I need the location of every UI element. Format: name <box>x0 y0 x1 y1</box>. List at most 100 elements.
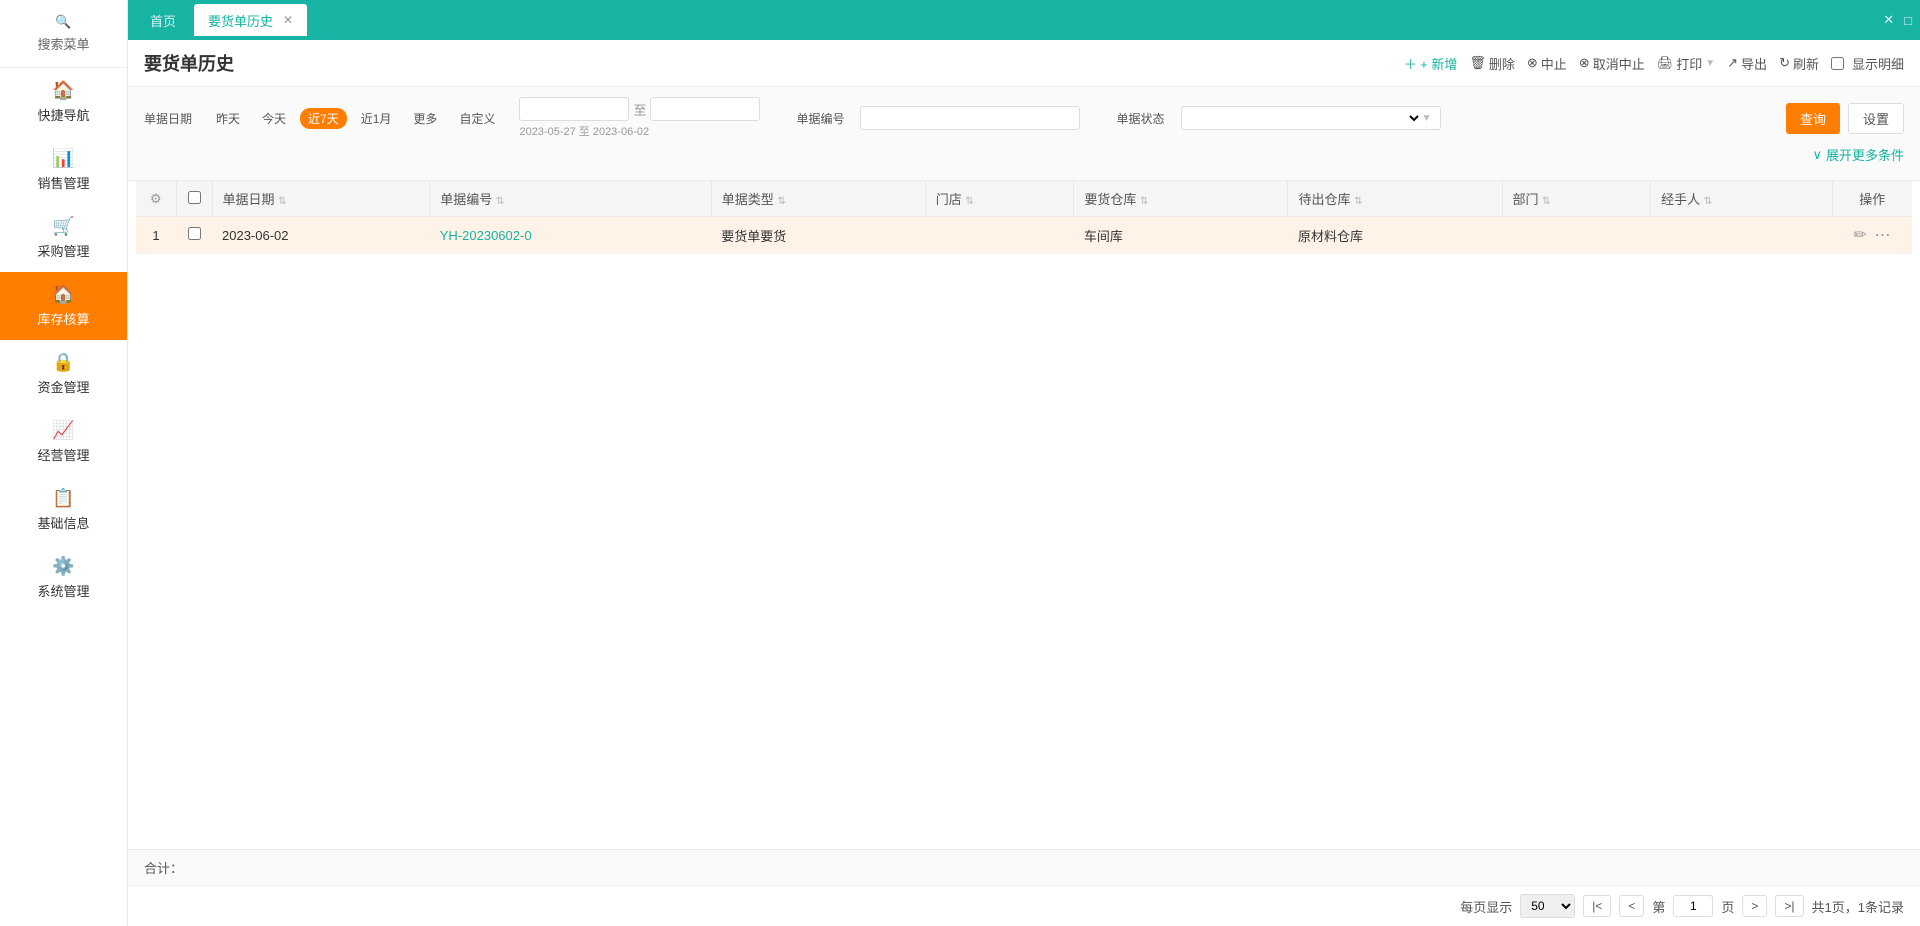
sidebar-item-basic-info[interactable]: 📋 基础信息 <box>0 476 127 544</box>
row-checkbox-cell[interactable] <box>176 217 212 254</box>
status-select[interactable] <box>1190 110 1422 126</box>
table-row: 1 2023-06-02 YH-20230602-0 要货单要货 车间库 原材料… <box>136 217 1912 254</box>
summary-label: 合计： <box>144 858 183 877</box>
row-edit-icon[interactable]: ✏ <box>1853 227 1866 244</box>
th-store[interactable]: 门店 <box>925 181 1074 217</box>
export-icon: ↗ <box>1727 55 1738 71</box>
print-icon: 🖨 <box>1657 55 1674 71</box>
display-detail-toggle[interactable]: 显示明细 <box>1831 54 1904 73</box>
filter-dates: 昨天 今天 近7天 近1月 更多 自定义 <box>208 108 503 129</box>
row-more-icon[interactable]: ⋯ <box>1875 227 1891 244</box>
delete-button[interactable]: 🗑 删除 <box>1469 54 1515 73</box>
bill-no-link[interactable]: YH-20230602-0 <box>440 228 532 243</box>
tab-requisition-label: 要货单历史 <box>208 11 273 30</box>
status-select-wrapper[interactable]: ▼ <box>1181 106 1441 130</box>
cart-icon: 🛒 <box>52 216 74 237</box>
th-bill-type[interactable]: 单据类型 <box>711 181 925 217</box>
query-button[interactable]: 查询 <box>1786 103 1840 134</box>
search-icon: 🔍 <box>55 14 71 30</box>
row-bill-no[interactable]: YH-20230602-0 <box>430 217 711 254</box>
sidebar-item-purchase[interactable]: 🛒 采购管理 <box>0 204 127 272</box>
bill-no-input[interactable] <box>860 106 1080 130</box>
window-close-icon[interactable]: ✕ <box>1883 12 1894 28</box>
tab-bar-right: ✕ □ <box>1883 12 1912 28</box>
total-records: 共1页，1条记录 <box>1812 897 1904 916</box>
row-checkbox[interactable] <box>188 227 201 240</box>
date-btn-yesterday[interactable]: 昨天 <box>208 108 248 129</box>
tab-close-icon[interactable]: ✕ <box>283 13 293 27</box>
date-range-input[interactable] <box>519 97 629 121</box>
th-handler[interactable]: 经手人 <box>1651 181 1832 217</box>
row-store <box>925 217 1074 254</box>
refresh-icon: ↻ <box>1779 55 1790 71</box>
th-bill-no[interactable]: 单据编号 <box>430 181 711 217</box>
date-range-end-input[interactable] <box>650 97 760 121</box>
row-handler <box>1651 217 1832 254</box>
bill-no-label: 单据编号 <box>796 110 844 127</box>
sidebar-item-label: 系统管理 <box>37 581 89 600</box>
sidebar-item-inventory[interactable]: 🏠 库存核算 <box>0 272 127 340</box>
row-department <box>1502 217 1651 254</box>
sidebar-item-finance[interactable]: 🔒 资金管理 <box>0 340 127 408</box>
expand-button[interactable]: ∨ 展开更多条件 <box>1812 145 1904 164</box>
th-department[interactable]: 部门 <box>1502 181 1651 217</box>
inventory-icon: 🏠 <box>52 284 74 305</box>
cancel-stop-button[interactable]: ⊗ 取消中止 <box>1579 54 1645 73</box>
page-header: 要货单历史 ＋ + 新增 🗑 删除 ⊗ 中止 ⊗ 取消中止 <box>128 40 1920 87</box>
chevron-down-icon: ∨ <box>1812 147 1822 163</box>
date-range-text: 2023-05-27 至 2023-06-02 <box>519 123 760 139</box>
refresh-button[interactable]: ↻ 刷新 <box>1779 54 1819 73</box>
sidebar-item-system[interactable]: ⚙️ 系统管理 <box>0 544 127 612</box>
th-req-warehouse[interactable]: 要货仓库 <box>1074 181 1288 217</box>
page-input[interactable] <box>1673 895 1713 917</box>
th-checkbox[interactable] <box>176 181 212 217</box>
pagination: 每页显示 20 50 100 |< < 第 页 > >| 共1页，1条记录 <box>128 885 1920 926</box>
select-all-checkbox[interactable] <box>188 191 201 204</box>
sidebar-item-label: 库存核算 <box>37 309 89 328</box>
last-page-button[interactable]: >| <box>1775 895 1803 917</box>
sidebar-item-sales[interactable]: 📊 销售管理 <box>0 136 127 204</box>
prev-page-button[interactable]: < <box>1619 895 1644 917</box>
table-area: ⚙ 单据日期 单据编号 单据类型 <box>128 181 1920 849</box>
sidebar-item-operations[interactable]: 📈 经营管理 <box>0 408 127 476</box>
page-label: 第 <box>1652 897 1665 916</box>
th-pending-warehouse[interactable]: 待出仓库 <box>1288 181 1502 217</box>
sidebar-item-label: 快捷导航 <box>37 105 89 124</box>
page-size-select[interactable]: 20 50 100 <box>1520 894 1575 918</box>
sidebar-item-quick-nav[interactable]: 🏠 快捷导航 <box>0 68 127 136</box>
export-button[interactable]: ↗ 导出 <box>1727 54 1767 73</box>
sidebar-item-label: 销售管理 <box>37 173 89 192</box>
stop-button[interactable]: ⊗ 中止 <box>1527 54 1567 73</box>
page-size-label: 每页显示 <box>1460 897 1512 916</box>
th-settings[interactable]: ⚙ <box>136 181 176 217</box>
date-btn-custom[interactable]: 自定义 <box>451 108 503 129</box>
table-body: 1 2023-06-02 YH-20230602-0 要货单要货 车间库 原材料… <box>136 217 1912 254</box>
window-maximize-icon[interactable]: □ <box>1904 13 1912 28</box>
sidebar-item-label: 经营管理 <box>37 445 89 464</box>
settings-button[interactable]: 设置 <box>1848 103 1904 134</box>
tab-requisition-history[interactable]: 要货单历史 ✕ <box>194 4 307 36</box>
date-btn-7days[interactable]: 近7天 <box>300 108 347 129</box>
first-page-button[interactable]: |< <box>1583 895 1611 917</box>
data-table: ⚙ 单据日期 单据编号 单据类型 <box>136 181 1912 254</box>
date-btn-more[interactable]: 更多 <box>405 108 445 129</box>
print-button[interactable]: 🖨 打印 ▼ <box>1657 54 1715 73</box>
sidebar-item-label: 资金管理 <box>37 377 89 396</box>
date-btn-today[interactable]: 今天 <box>254 108 294 129</box>
chart-icon: 📊 <box>52 148 74 169</box>
sidebar-search[interactable]: 🔍 搜索菜单 <box>0 0 127 68</box>
operations-icon: 📈 <box>52 420 74 441</box>
date-btn-1month[interactable]: 近1月 <box>353 108 400 129</box>
plus-icon: ＋ <box>1404 54 1417 73</box>
status-dropdown-icon: ▼ <box>1422 113 1432 124</box>
cancel-stop-icon: ⊗ <box>1579 55 1590 71</box>
row-pending-warehouse: 原材料仓库 <box>1288 217 1502 254</box>
display-detail-checkbox[interactable] <box>1831 57 1844 70</box>
th-date[interactable]: 单据日期 <box>212 181 430 217</box>
filter-row-2: ∨ 展开更多条件 <box>144 145 1904 164</box>
row-req-warehouse: 车间库 <box>1074 217 1288 254</box>
tab-home[interactable]: 首页 <box>136 4 190 36</box>
next-page-button[interactable]: > <box>1742 895 1767 917</box>
date-filter-label: 单据日期 <box>144 110 192 127</box>
new-button[interactable]: ＋ + 新增 <box>1404 54 1457 73</box>
